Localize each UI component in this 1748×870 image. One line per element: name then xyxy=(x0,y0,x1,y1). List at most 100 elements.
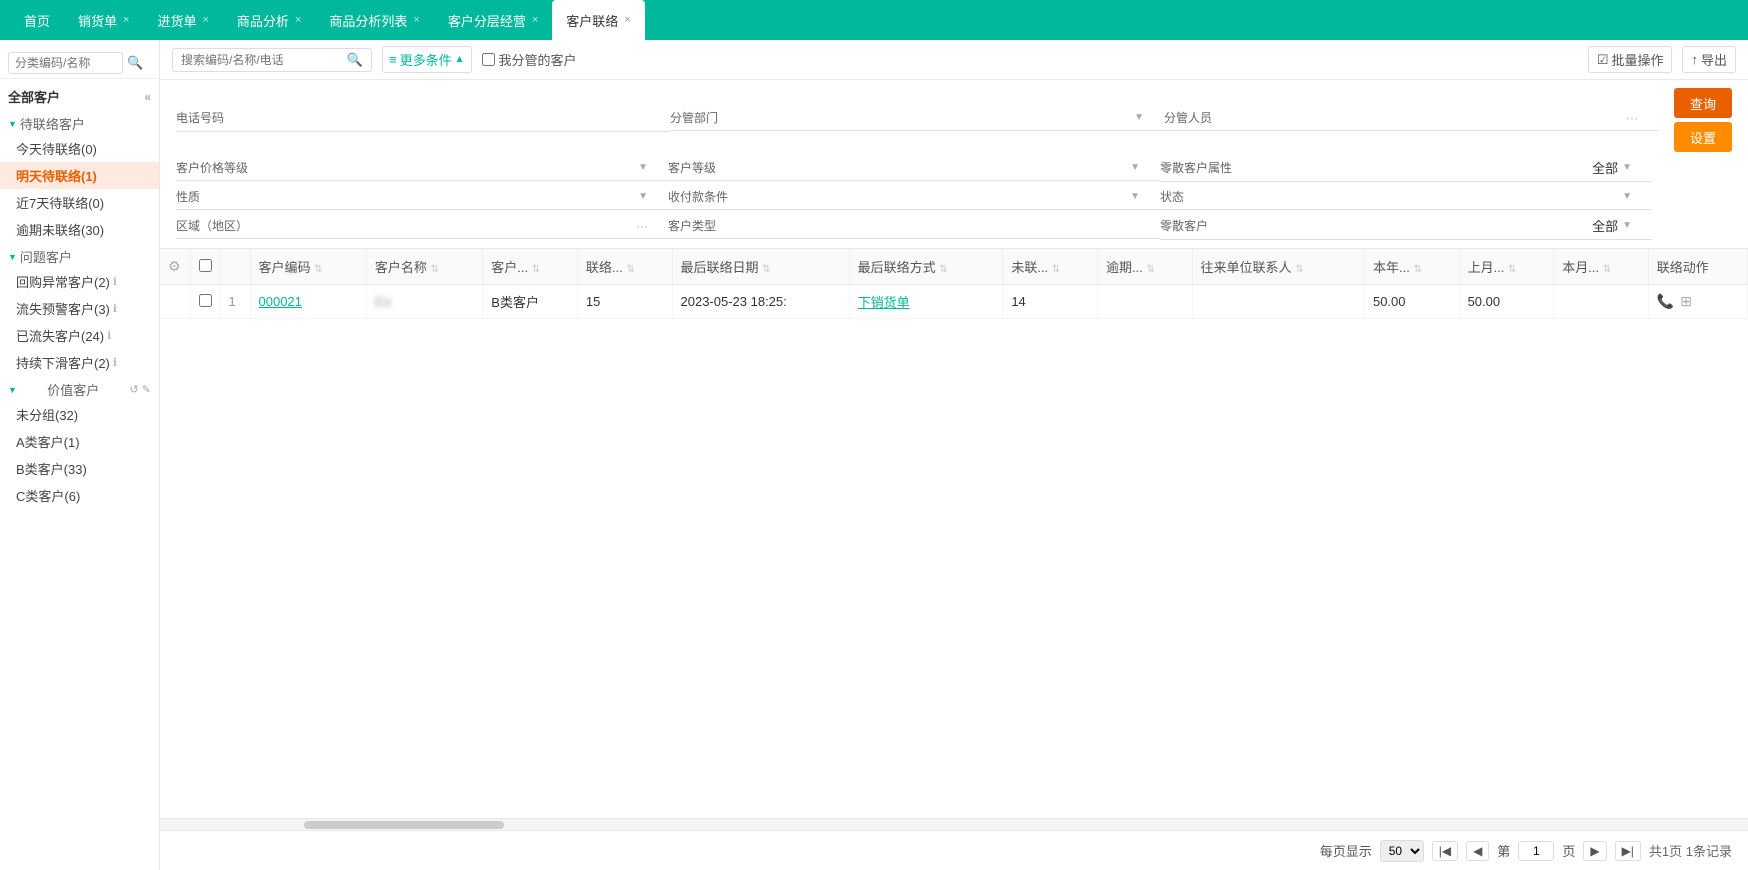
filter-status: 状态 ▼ xyxy=(1160,188,1652,210)
info-icon[interactable]: ℹ xyxy=(113,275,117,288)
close-goods-analysis-list-icon[interactable]: × xyxy=(413,14,419,26)
filter-row-1: 电话号码 分管部门 ▼ 分管人员 ··· 查询 设置 xyxy=(176,88,1732,152)
action-icons: 📞 ⊞ xyxy=(1657,293,1739,310)
filter-retail-customer: 零散客户 全部 ▼ xyxy=(1160,216,1652,240)
nav-sales[interactable]: 销货单 × xyxy=(64,0,143,40)
sidebar-item-tomorrow[interactable]: 明天待联络(1) xyxy=(0,162,159,189)
select-all-checkbox[interactable] xyxy=(199,259,212,272)
settings-button[interactable]: 设置 xyxy=(1674,122,1732,152)
info-icon[interactable]: ℹ xyxy=(113,302,117,315)
horizontal-scrollbar[interactable] xyxy=(160,818,1748,830)
my-customers-checkbox-label[interactable]: 我分管的客户 xyxy=(482,50,577,69)
next-page-button[interactable]: ▶ xyxy=(1583,841,1606,861)
col-gear-header[interactable]: ⚙ xyxy=(160,249,190,285)
customer-code-link[interactable]: 000021 xyxy=(259,294,302,309)
sidebar-item-lost-potential[interactable]: 流失预警客户(3) ℹ xyxy=(0,295,159,322)
nav-purchase[interactable]: 进货单 × xyxy=(143,0,222,40)
group-problem-customers[interactable]: 问题客户 xyxy=(0,243,159,268)
search-icon[interactable]: 🔍 xyxy=(347,52,363,68)
customer-table: ⚙ 客户编码 客户名称 客户... xyxy=(160,249,1748,319)
prev-page-button[interactable]: ◀ xyxy=(1466,841,1489,861)
sidebar-item-overdue[interactable]: 逾期未联络(30) xyxy=(0,216,159,243)
info-icon[interactable]: ℹ xyxy=(107,329,111,342)
export-button[interactable]: ↑ 导出 xyxy=(1682,46,1736,73)
search-input[interactable] xyxy=(181,53,347,67)
col-name-header[interactable]: 客户名称 xyxy=(366,249,482,285)
value-customer-actions[interactable]: ↺ ✎ xyxy=(130,383,152,396)
page-number-input[interactable] xyxy=(1518,841,1554,861)
dept-select[interactable]: ▼ xyxy=(746,112,1144,123)
col-last-month-header[interactable]: 上月... xyxy=(1459,249,1554,285)
filter-row-2: 客户价格等级 ▼ 客户等级 ▼ 零散客户属性 全部 ▼ xyxy=(176,158,1732,182)
sidebar-item-7days[interactable]: 近7天待联络(0) xyxy=(0,189,159,216)
row-type-cell: B类客户 xyxy=(483,285,578,319)
my-customers-checkbox[interactable] xyxy=(482,53,495,66)
col-uncontacted-header[interactable]: 未联... xyxy=(1003,249,1098,285)
sidebar-item-ungrouped[interactable]: 未分组(32) xyxy=(0,401,159,428)
customer-grade-select[interactable]: ▼ xyxy=(744,162,1140,173)
sidebar-item-c-class[interactable]: C类客户(6) xyxy=(0,482,159,509)
col-unit-contacts-header[interactable]: 往来单位联系人 xyxy=(1192,249,1364,285)
close-customer-contact-icon[interactable]: × xyxy=(624,14,630,26)
nature-select[interactable]: ▼ xyxy=(252,191,648,202)
col-code-header[interactable]: 客户编码 xyxy=(250,249,366,285)
sidebar-collapse-icon[interactable]: « xyxy=(144,90,151,104)
sidebar-item-b-class[interactable]: B类客户(33) xyxy=(0,455,159,482)
col-contacts-header[interactable]: 联络... xyxy=(577,249,672,285)
col-type-header[interactable]: 客户... xyxy=(483,249,578,285)
price-grade-select[interactable]: ▼ xyxy=(254,162,648,173)
sidebar-item-lost[interactable]: 已流失客户(24) ℹ xyxy=(0,322,159,349)
retail-customer-select[interactable]: 全部 ▼ xyxy=(1236,216,1632,235)
filter-actions: 查询 设置 xyxy=(1674,88,1732,152)
batch-op-button[interactable]: ☑ 批量操作 xyxy=(1588,46,1673,73)
pagination-bar: 每页显示 50 |◀ ◀ 第 页 ▶ ▶| 共1页 1条记录 xyxy=(160,830,1748,870)
nav-home[interactable]: 首页 xyxy=(10,0,64,40)
phone-action-icon[interactable]: 📞 xyxy=(1657,293,1674,310)
close-customer-tier-icon[interactable]: × xyxy=(532,14,538,26)
per-page-select[interactable]: 50 xyxy=(1380,840,1424,862)
last-method-link[interactable]: 下销货单 xyxy=(858,295,910,310)
phone-input[interactable] xyxy=(252,109,650,127)
row-last-method-cell[interactable]: 下销货单 xyxy=(849,285,1003,319)
status-select[interactable]: ▼ xyxy=(1236,191,1632,202)
region-select[interactable]: ··· xyxy=(254,219,648,233)
nav-customer-tier[interactable]: 客户分层经营 × xyxy=(434,0,552,40)
sidebar-item-repurchase-abnormal[interactable]: 回购异常客户(2) ℹ xyxy=(0,268,159,295)
nav-customer-contact[interactable]: 客户联络 × xyxy=(552,0,644,40)
query-button[interactable]: 查询 xyxy=(1674,88,1732,118)
search-bar: 🔍 ≡ 更多条件 ▲ 我分管的客户 ☑ 批量操作 ↑ 导出 xyxy=(160,40,1748,80)
col-overdue-header[interactable]: 逾期... xyxy=(1097,249,1192,285)
nav-goods-analysis-list[interactable]: 商品分析列表 × xyxy=(315,0,433,40)
row-checkbox[interactable] xyxy=(199,294,212,307)
sidebar-item-a-class[interactable]: A类客户(1) xyxy=(0,428,159,455)
group-pending-contact[interactable]: 待联络客户 xyxy=(0,110,159,135)
sidebar-search-icon[interactable]: 🔍 xyxy=(127,55,143,71)
sidebar-item-continuous-decline[interactable]: 持续下滑客户(2) ℹ xyxy=(0,349,159,376)
sidebar-item-today[interactable]: 今天待联络(0) xyxy=(0,135,159,162)
info-icon[interactable]: ℹ xyxy=(113,356,117,369)
sidebar-search-input[interactable] xyxy=(8,52,123,74)
filter-person: 分管人员 ··· xyxy=(1164,109,1658,131)
last-page-button[interactable]: ▶| xyxy=(1615,841,1641,861)
col-this-month-header[interactable]: 本月... xyxy=(1554,249,1649,285)
col-last-date-header[interactable]: 最后联络日期 xyxy=(672,249,849,285)
col-checkbox-header[interactable] xyxy=(190,249,220,285)
col-this-year-header[interactable]: 本年... xyxy=(1364,249,1459,285)
pay-term-select[interactable]: ▼ xyxy=(744,191,1140,202)
customer-name-blurred: Ea xyxy=(375,294,391,309)
more-filter-button[interactable]: ≡ 更多条件 ▲ xyxy=(382,46,472,73)
first-page-button[interactable]: |◀ xyxy=(1432,841,1458,861)
row-checkbox-cell[interactable] xyxy=(190,285,220,319)
person-select[interactable]: ··· xyxy=(1240,111,1638,125)
close-goods-analysis-icon[interactable]: × xyxy=(295,14,301,26)
retail-attr-select[interactable]: 全部 ▼ xyxy=(1238,158,1632,177)
row-this-year-cell: 50.00 xyxy=(1364,285,1459,319)
col-last-method-header[interactable]: 最后联络方式 xyxy=(849,249,1003,285)
nav-goods-analysis[interactable]: 商品分析 × xyxy=(223,0,315,40)
table-row: 1 000021 Ea B类客户 15 2023-05-23 18:25: 下销… xyxy=(160,285,1748,319)
grid-action-icon[interactable]: ⊞ xyxy=(1680,293,1692,310)
close-purchase-icon[interactable]: × xyxy=(202,14,208,26)
scroll-thumb[interactable] xyxy=(304,821,504,829)
close-sales-icon[interactable]: × xyxy=(123,14,129,26)
group-value-customers[interactable]: 价值客户 ↺ ✎ xyxy=(0,376,159,401)
